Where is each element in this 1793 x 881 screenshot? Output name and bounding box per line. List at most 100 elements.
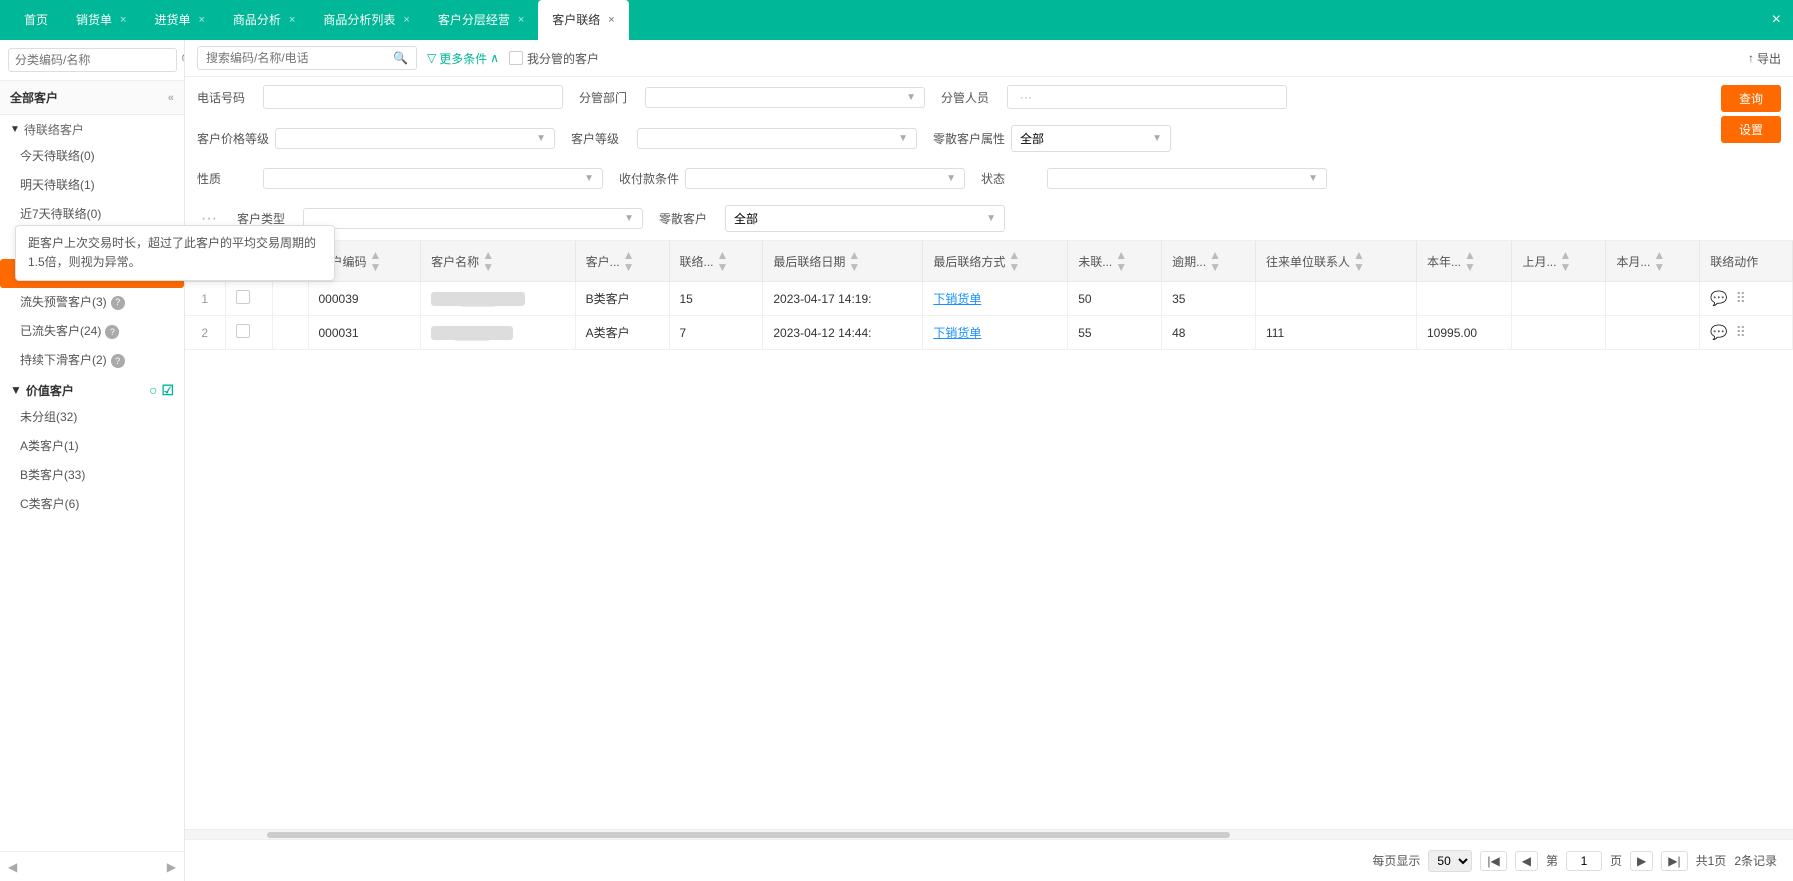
sidebar-waiting-contact-group[interactable]: ▼ 待联络客户 bbox=[0, 115, 184, 142]
col-contact[interactable]: 联络... ▲▼ bbox=[669, 241, 763, 282]
col-overdue[interactable]: 逾期... ▲▼ bbox=[1162, 241, 1256, 282]
filter-customer-type-select[interactable]: ▼ bbox=[303, 208, 643, 229]
sidebar-item-lost[interactable]: 已流失客户(24) ? bbox=[0, 317, 184, 346]
sidebar-item-today[interactable]: 今天待联络(0) bbox=[0, 142, 184, 171]
nav-customer-contact-close[interactable]: × bbox=[608, 0, 614, 40]
row1-action-icon-1[interactable]: 💬 bbox=[1710, 290, 1727, 307]
row2-checkbox-input[interactable] bbox=[236, 324, 250, 338]
my-customer-checkbox-area[interactable]: 我分管的客户 bbox=[509, 50, 599, 67]
settings-button[interactable]: 设置 bbox=[1721, 116, 1781, 143]
nav-customer-segment[interactable]: 客户分层经营 × bbox=[424, 0, 538, 40]
nav-sales[interactable]: 销货单 × bbox=[62, 0, 140, 40]
row1-checkbox-input[interactable] bbox=[236, 290, 250, 304]
row2-method-link[interactable]: 下销货单 bbox=[933, 326, 981, 340]
export-button[interactable]: ↑ 导出 bbox=[1748, 50, 1781, 67]
filter-customer-level-select[interactable]: ▼ bbox=[637, 128, 917, 149]
col-this-year[interactable]: 本年... ▲▼ bbox=[1417, 241, 1512, 282]
sidebar-item-c-class[interactable]: C类客户(6) bbox=[0, 490, 184, 519]
row2-settings bbox=[272, 316, 308, 350]
row1-checkbox[interactable] bbox=[225, 282, 272, 316]
scrollbar-thumb[interactable] bbox=[267, 832, 1229, 838]
row2-code: 000031 bbox=[308, 316, 421, 350]
more-filter-label: 更多条件 bbox=[439, 50, 487, 67]
sidebar-item-ungroup[interactable]: 未分组(32) bbox=[0, 403, 184, 432]
filter-phone-input[interactable] bbox=[263, 85, 563, 109]
content-area: 🔍 ▽ 更多条件 ∧ 我分管的客户 ↑ 导出 bbox=[185, 40, 1793, 881]
my-customer-checkbox[interactable] bbox=[509, 51, 523, 65]
sidebar-item-declining[interactable]: 持续下滑客户(2) ? bbox=[0, 346, 184, 375]
col-uncontact[interactable]: 未联... ▲▼ bbox=[1068, 241, 1162, 282]
per-page-select[interactable]: 50 bbox=[1428, 850, 1472, 872]
sidebar-item-b-class[interactable]: B类客户(33) bbox=[0, 461, 184, 490]
col-last-month[interactable]: 上月... ▲▼ bbox=[1512, 241, 1606, 282]
row2-action-icon-2[interactable]: ⠿ bbox=[1736, 324, 1746, 341]
row1-last-contact-date: 2023-04-17 14:19: bbox=[763, 282, 923, 316]
query-button[interactable]: 查询 bbox=[1721, 85, 1781, 112]
page-input[interactable] bbox=[1566, 851, 1602, 871]
col-name[interactable]: 客户名称 ▲▼ bbox=[421, 241, 575, 282]
filter-dept-select[interactable]: ▼ bbox=[645, 87, 925, 108]
search-icon[interactable]: 🔍 bbox=[393, 51, 408, 65]
row2-action-icon-1[interactable]: 💬 bbox=[1710, 324, 1727, 341]
sidebar-item-tomorrow[interactable]: 明天待联络(1) bbox=[0, 171, 184, 200]
row1-action-icon-2[interactable]: ⠿ bbox=[1736, 290, 1746, 307]
row1-method-link[interactable]: 下销货单 bbox=[933, 292, 981, 306]
filter-person-select[interactable]: ··· bbox=[1007, 85, 1287, 109]
sidebar-search-input[interactable] bbox=[8, 48, 177, 72]
filter-zero-customer-select[interactable]: 全部 ▼ bbox=[725, 205, 1005, 232]
value-triangle-icon: ▼ bbox=[10, 383, 22, 397]
filter-zero-attr-value: 全部 bbox=[1020, 130, 1044, 147]
nav-purchase-close[interactable]: × bbox=[198, 0, 204, 40]
filter-customer-type-arrow: ▼ bbox=[624, 213, 634, 224]
filter-nature-select[interactable]: ▼ bbox=[263, 168, 603, 189]
row2-checkbox[interactable] bbox=[225, 316, 272, 350]
sidebar-edit-icon-2[interactable]: ☑ bbox=[161, 382, 174, 399]
nav-product-list[interactable]: 商品分析列表 × bbox=[309, 0, 423, 40]
nav-customer-segment-close[interactable]: × bbox=[518, 0, 524, 40]
next-page-button[interactable]: ▶ bbox=[1630, 851, 1653, 871]
loss-warning-icon[interactable]: ? bbox=[111, 296, 125, 310]
sidebar-nav-prev[interactable]: ◀ bbox=[8, 860, 17, 874]
close-all-button[interactable]: × bbox=[1772, 11, 1781, 29]
more-filter-button[interactable]: ▽ 更多条件 ∧ bbox=[427, 50, 499, 67]
sidebar-item-loss-warning[interactable]: 流失预警客户(3) ? bbox=[0, 288, 184, 317]
filter-payment-select[interactable]: ▼ bbox=[685, 168, 965, 189]
sidebar-all-customers-header[interactable]: 全部客户 « bbox=[0, 81, 184, 115]
filter-status-select[interactable]: ▼ bbox=[1047, 168, 1327, 189]
first-page-button[interactable]: |◀ bbox=[1480, 851, 1506, 871]
nav-customer-contact[interactable]: 客户联络 × bbox=[538, 0, 628, 40]
nav-sales-close[interactable]: × bbox=[120, 0, 126, 40]
sidebar-collapse-icon[interactable]: « bbox=[168, 92, 174, 104]
row1-last-contact-method[interactable]: 下销货单 bbox=[923, 282, 1068, 316]
last-page-button[interactable]: ▶| bbox=[1661, 851, 1687, 871]
sidebar-edit-icons: ○ ☑ bbox=[149, 382, 174, 399]
lost-tooltip-icon[interactable]: ? bbox=[105, 325, 119, 339]
col-this-month-sort: 本月... ▲▼ bbox=[1616, 249, 1689, 273]
row1-code: 000039 bbox=[308, 282, 421, 316]
filter-zero-attr-label: 零散客户属性 bbox=[933, 130, 1005, 147]
declining-tooltip-icon[interactable]: ? bbox=[111, 354, 125, 368]
search-input[interactable] bbox=[206, 51, 393, 65]
sidebar-value-customers-group[interactable]: ▼ 价值客户 ○ ☑ bbox=[0, 376, 184, 403]
filter-price-level-select[interactable]: ▼ bbox=[275, 128, 555, 149]
sidebar-nav-next[interactable]: ▶ bbox=[167, 860, 176, 874]
col-this-month[interactable]: 本月... ▲▼ bbox=[1606, 241, 1700, 282]
col-level[interactable]: 客户... ▲▼ bbox=[575, 241, 669, 282]
filter-zero-attr-select[interactable]: 全部 ▼ bbox=[1011, 125, 1171, 152]
nav-product-analysis[interactable]: 商品分析 × bbox=[219, 0, 309, 40]
filter-person-dots[interactable]: ··· bbox=[1020, 90, 1032, 104]
page-unit: 页 bbox=[1610, 852, 1622, 869]
col-company-contact[interactable]: 往来单位联系人 ▲▼ bbox=[1255, 241, 1416, 282]
nav-product-list-close[interactable]: × bbox=[403, 0, 409, 40]
prev-page-button[interactable]: ◀ bbox=[1515, 851, 1538, 871]
nav-product-analysis-close[interactable]: × bbox=[289, 0, 295, 40]
horizontal-scrollbar[interactable] bbox=[185, 829, 1793, 839]
sort-arrows-company: ▲▼ bbox=[1353, 249, 1365, 273]
col-last-contact-method[interactable]: 最后联络方式 ▲▼ bbox=[923, 241, 1068, 282]
row2-last-contact-method[interactable]: 下销货单 bbox=[923, 316, 1068, 350]
nav-purchase[interactable]: 进货单 × bbox=[140, 0, 218, 40]
nav-home[interactable]: 首页 bbox=[10, 0, 62, 40]
sidebar-edit-icon-1[interactable]: ○ bbox=[149, 382, 157, 399]
col-last-contact-date[interactable]: 最后联络日期 ▲▼ bbox=[763, 241, 923, 282]
sidebar-item-a-class[interactable]: A类客户(1) bbox=[0, 432, 184, 461]
